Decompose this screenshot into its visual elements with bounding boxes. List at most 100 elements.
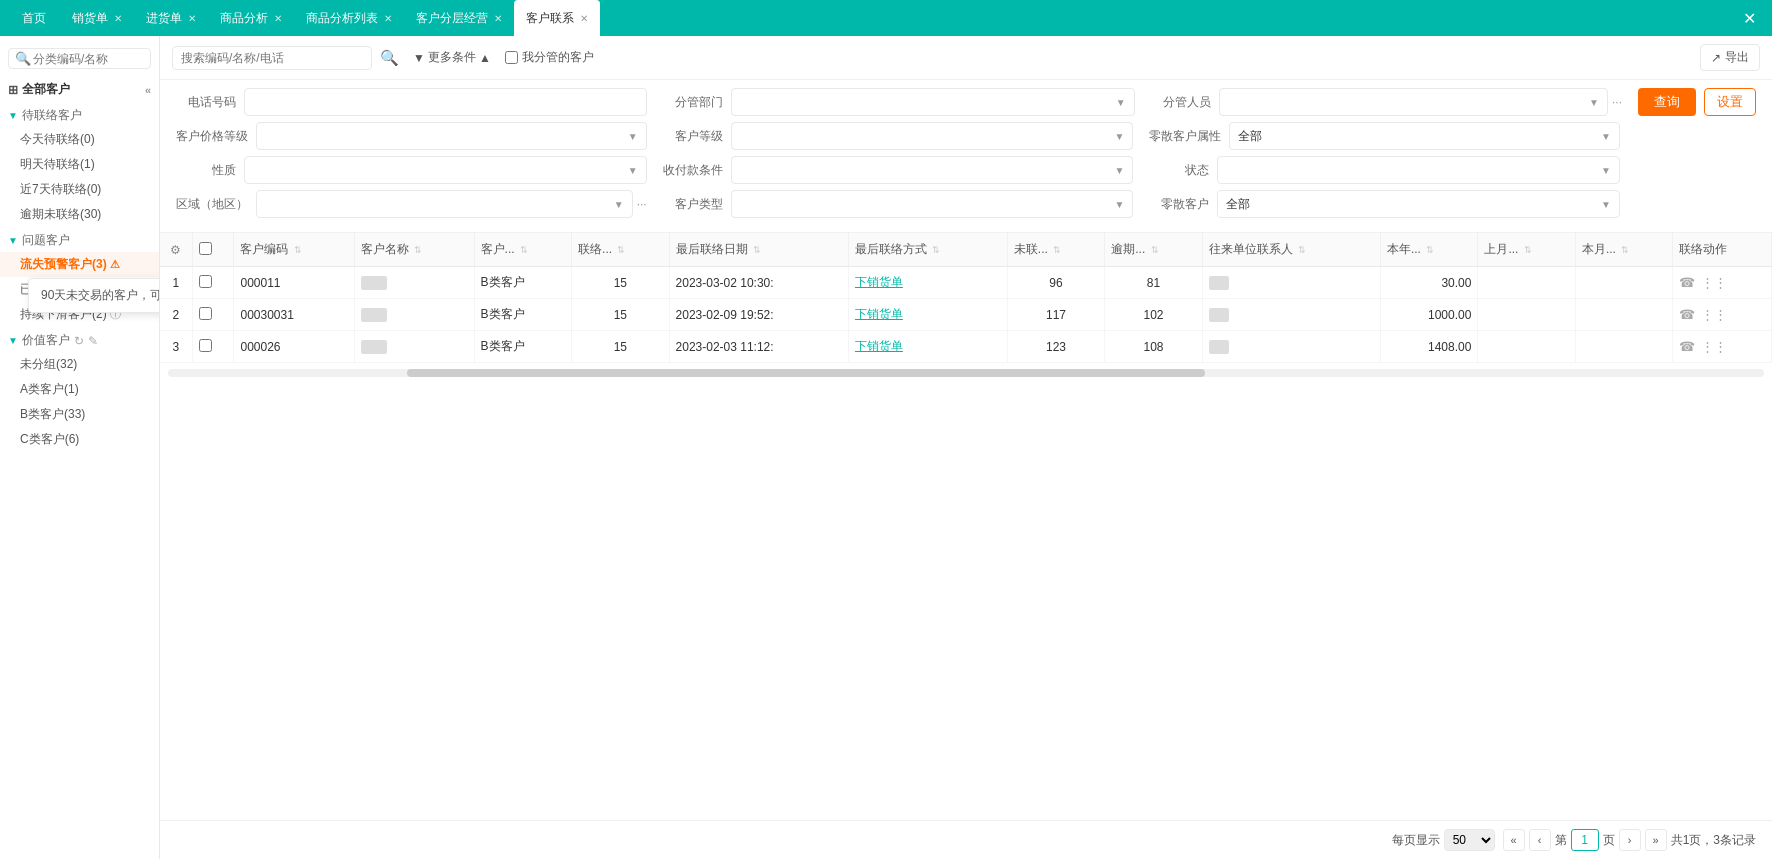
sort-icon[interactable]: ⇅: [1621, 245, 1629, 255]
sidebar-item-today-contact[interactable]: 今天待联络(0): [0, 127, 159, 152]
contact-action-icon[interactable]: ☎: [1679, 275, 1695, 290]
tab-product-analysis-list[interactable]: 商品分析列表 ✕: [294, 0, 404, 36]
row-checkbox[interactable]: [199, 275, 212, 288]
filter-select-manager[interactable]: ▼: [1219, 88, 1608, 116]
close-icon[interactable]: ✕: [274, 13, 282, 24]
tab-purchase[interactable]: 进货单 ✕: [134, 0, 208, 36]
sort-icon[interactable]: ⇅: [294, 245, 302, 255]
filter-input-phone[interactable]: [244, 88, 647, 116]
refresh-icon[interactable]: ↻: [74, 334, 84, 348]
next-page-button[interactable]: ›: [1619, 829, 1641, 851]
prev-page-button[interactable]: ‹: [1529, 829, 1551, 851]
row-checkbox[interactable]: [199, 339, 212, 352]
scrollbar-thumb[interactable]: [407, 369, 1205, 377]
sidebar-group-problem-customers[interactable]: ▼ 问题客户: [0, 227, 159, 252]
per-page-select[interactable]: 50 100 200: [1444, 829, 1495, 851]
first-page-button[interactable]: «: [1503, 829, 1525, 851]
sidebar-item-overdue-contact[interactable]: 逾期未联络(30): [0, 202, 159, 227]
tab-customer-contact[interactable]: 客户联系 ✕: [514, 0, 600, 36]
sidebar-item-churn-warning[interactable]: 流失预警客户(3) ⚠: [0, 252, 159, 277]
sort-icon[interactable]: ⇅: [520, 245, 528, 255]
edit-icon[interactable]: ✎: [88, 334, 98, 348]
filter-select-price-level[interactable]: ▼: [256, 122, 647, 150]
horizontal-scrollbar[interactable]: [168, 369, 1764, 377]
sort-icon[interactable]: ⇅: [1053, 245, 1061, 255]
close-icon[interactable]: ✕: [114, 13, 122, 24]
tab-product-analysis[interactable]: 商品分析 ✕: [208, 0, 294, 36]
sort-icon[interactable]: ⇅: [1426, 245, 1434, 255]
sidebar-group-value-customers[interactable]: ▼ 价值客户 ↻ ✎: [0, 327, 159, 352]
filter-search-input[interactable]: [172, 46, 372, 70]
th-this-month-label: 本月...: [1582, 242, 1616, 256]
my-customers-checkbox[interactable]: [505, 51, 518, 64]
sidebar-item-class-c[interactable]: C类客户(6): [0, 427, 159, 452]
td-checkbox[interactable]: [192, 299, 234, 331]
last-contact-link[interactable]: 下销货单: [855, 307, 903, 321]
row-checkbox[interactable]: [199, 307, 212, 320]
sort-icon[interactable]: ⇅: [753, 245, 761, 255]
sidebar-search[interactable]: 🔍: [8, 48, 151, 69]
window-close-button[interactable]: ✕: [1735, 9, 1764, 28]
filter-select-status[interactable]: ▼: [1217, 156, 1620, 184]
sort-icon[interactable]: ⇅: [1524, 245, 1532, 255]
sidebar-item-class-b[interactable]: B类客户(33): [0, 402, 159, 427]
filter-select-dept[interactable]: ▼: [731, 88, 1134, 116]
filter-select-customer-type[interactable]: ▼: [731, 190, 1134, 218]
filter-field-dept: 分管部门 ▼: [663, 88, 1134, 116]
close-icon[interactable]: ✕: [384, 13, 392, 24]
th-not-contacted-label: 未联...: [1014, 242, 1048, 256]
more-action-icon[interactable]: ⋮⋮: [1701, 339, 1727, 354]
filter-select-nature[interactable]: ▼: [244, 156, 647, 184]
select-all-checkbox[interactable]: [199, 242, 212, 255]
td-checkbox[interactable]: [192, 331, 234, 363]
td-last-month: [1478, 267, 1575, 299]
dots-icon[interactable]: ···: [637, 197, 647, 211]
dots-icon[interactable]: ···: [1612, 95, 1622, 109]
chevron-up-icon: ▲: [479, 51, 491, 65]
sidebar-group-pending-contact[interactable]: ▼ 待联络客户: [0, 102, 159, 127]
close-icon[interactable]: ✕: [188, 13, 196, 24]
filter-row-2: 客户价格等级 ▼ 客户等级 ▼ 零散客户属性 全部: [176, 122, 1756, 150]
sort-icon[interactable]: ⇅: [932, 245, 940, 255]
close-icon[interactable]: ✕: [580, 13, 588, 24]
sidebar-search-input[interactable]: [33, 52, 144, 66]
sort-icon[interactable]: ⇅: [617, 245, 625, 255]
sidebar-item-tomorrow-contact[interactable]: 明天待联络(1): [0, 152, 159, 177]
th-checkbox[interactable]: [192, 233, 234, 267]
contact-action-icon[interactable]: ☎: [1679, 307, 1695, 322]
last-contact-link[interactable]: 下销货单: [855, 275, 903, 289]
filter-search-button[interactable]: 🔍: [380, 49, 399, 67]
td-checkbox[interactable]: [192, 267, 234, 299]
query-button[interactable]: 查询: [1638, 88, 1696, 116]
tab-sales[interactable]: 销货单 ✕: [60, 0, 134, 36]
close-icon[interactable]: ✕: [494, 13, 502, 24]
td-last-contact-date: 2023-02-09 19:52:: [669, 299, 848, 331]
export-button[interactable]: ↗ 导出: [1700, 44, 1760, 71]
filter-select-customer-level[interactable]: ▼: [731, 122, 1134, 150]
sort-icon[interactable]: ⇅: [1298, 245, 1306, 255]
filter-select-region[interactable]: ▼: [256, 190, 633, 218]
more-action-icon[interactable]: ⋮⋮: [1701, 307, 1727, 322]
settings-button[interactable]: 设置: [1704, 88, 1756, 116]
last-contact-link[interactable]: 下销货单: [855, 339, 903, 353]
filter-select-payment[interactable]: ▼: [731, 156, 1134, 184]
filter-more-button[interactable]: ▼ 更多条件 ▲: [407, 46, 497, 69]
sort-icon[interactable]: ⇅: [1151, 245, 1159, 255]
sidebar-item-class-a[interactable]: A类客户(1): [0, 377, 159, 402]
collapse-icon[interactable]: «: [145, 84, 151, 96]
filter-select-retail-attr[interactable]: 全部 ▼: [1229, 122, 1620, 150]
sidebar-item-unclassified[interactable]: 未分组(32): [0, 352, 159, 377]
filter-select-retail-customer[interactable]: 全部 ▼: [1217, 190, 1620, 218]
contact-action-icon[interactable]: ☎: [1679, 339, 1695, 354]
sidebar-all-customers[interactable]: ⊞ 全部客户 «: [0, 77, 159, 102]
sidebar-item-7days-contact[interactable]: 近7天待联络(0): [0, 177, 159, 202]
sort-icon[interactable]: ⇅: [414, 245, 422, 255]
th-settings[interactable]: ⚙: [160, 233, 192, 267]
last-page-button[interactable]: »: [1645, 829, 1667, 851]
tab-home[interactable]: 首页: [8, 0, 60, 36]
tab-customer-tiering[interactable]: 客户分层经营 ✕: [404, 0, 514, 36]
td-this-month: [1575, 299, 1672, 331]
my-customers-checkbox-label[interactable]: 我分管的客户: [505, 49, 594, 66]
more-action-icon[interactable]: ⋮⋮: [1701, 275, 1727, 290]
th-last-contact-date-label: 最后联络日期: [676, 242, 748, 256]
